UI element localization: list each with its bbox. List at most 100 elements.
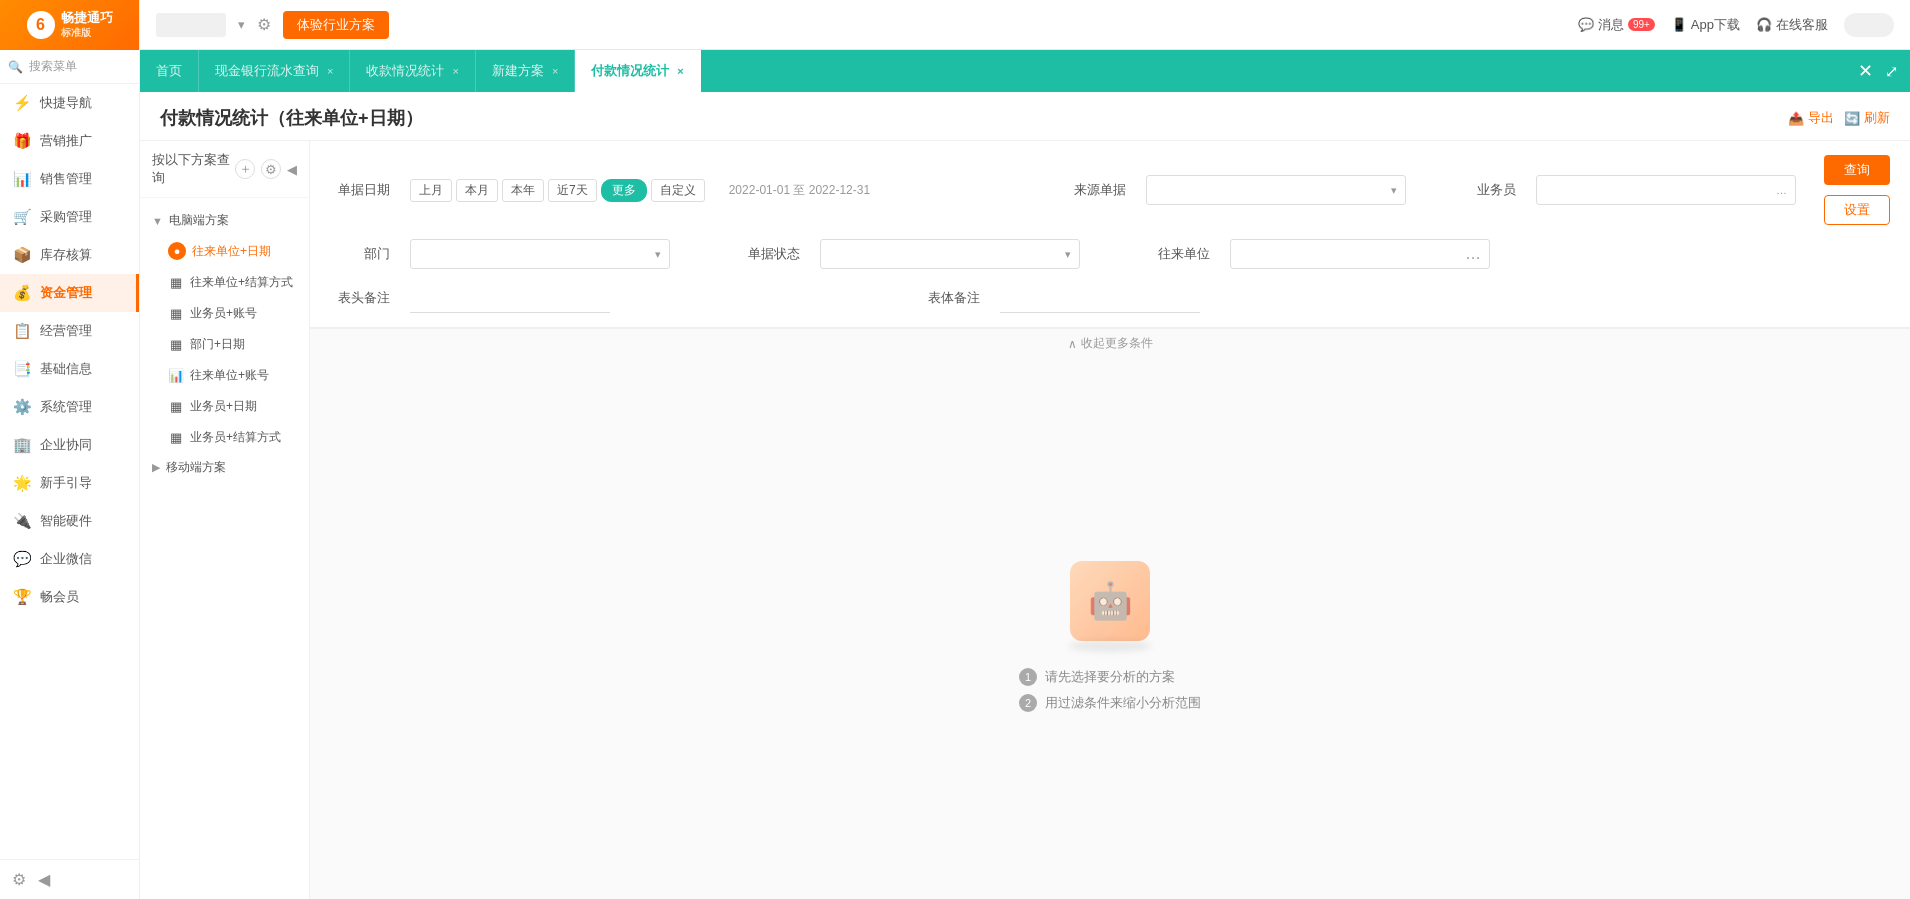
sidebar-item-enterprise-label: 企业协同 bbox=[40, 436, 92, 454]
scheme-item-partner-date-label: 往来单位+日期 bbox=[192, 243, 271, 260]
doc-status-chevron: ▾ bbox=[1065, 248, 1071, 261]
scheme-group-desktop-title[interactable]: ▼ 电脑端方案 bbox=[140, 206, 309, 235]
purchase-icon: 🛒 bbox=[12, 208, 32, 226]
scheme-group-mobile-title[interactable]: ▶ 移动端方案 bbox=[140, 453, 309, 482]
sidebar-item-basic[interactable]: 📑 基础信息 bbox=[0, 350, 139, 388]
collapse-icon: ∧ bbox=[1068, 337, 1077, 351]
scheme-table-icon3: ▦ bbox=[168, 337, 184, 352]
sidebar-item-marketing[interactable]: 🎁 营销推广 bbox=[0, 122, 139, 160]
active-scheme-dot: ● bbox=[168, 242, 186, 260]
sidebar-item-quick[interactable]: ⚡ 快捷导航 bbox=[0, 84, 139, 122]
date-btn-custom[interactable]: 自定义 bbox=[651, 179, 705, 202]
sidebar-item-wechat-label: 企业微信 bbox=[40, 550, 92, 568]
sidebar-item-sales[interactable]: 📊 销售管理 bbox=[0, 160, 139, 198]
scheme-item-salesman-account[interactable]: ▦ 业务员+账号 bbox=[140, 298, 309, 329]
scheme-setting-btn[interactable]: ⚙ bbox=[261, 159, 281, 179]
top-user-avatar[interactable] bbox=[1844, 13, 1894, 37]
settings-gear-icon[interactable]: ⚙ bbox=[257, 15, 271, 34]
collapse-label: 收起更多条件 bbox=[1081, 335, 1153, 352]
content-area: 付款情况统计（往来单位+日期） 📤 导出 🔄 刷新 按以下方案查询 bbox=[140, 92, 1910, 899]
sidebar-item-member[interactable]: 🏆 畅会员 bbox=[0, 578, 139, 616]
filter-area: 单据日期 上月 本月 本年 近7天 更多 自定义 2022-01-01 至 20… bbox=[310, 141, 1910, 899]
scheme-item-partner-settle[interactable]: ▦ 往来单位+结算方式 bbox=[140, 267, 309, 298]
dept-select[interactable]: ▾ bbox=[410, 239, 670, 269]
scheme-item-partner-account-label: 往来单位+账号 bbox=[190, 367, 269, 384]
date-btn-more[interactable]: 更多 bbox=[601, 179, 647, 202]
date-btn-this-year[interactable]: 本年 bbox=[502, 179, 544, 202]
close-all-tabs-icon[interactable]: ✕ bbox=[1858, 60, 1873, 82]
group-arrow-icon: ▼ bbox=[152, 215, 163, 227]
scheme-item-salesman-date[interactable]: ▦ 业务员+日期 bbox=[140, 391, 309, 422]
expand-tab-icon[interactable]: ⤢ bbox=[1885, 62, 1898, 81]
tab-new-scheme[interactable]: 新建方案 × bbox=[476, 50, 575, 92]
scheme-add-btn[interactable]: ＋ bbox=[235, 159, 255, 179]
salesman-select[interactable]: … bbox=[1536, 175, 1796, 205]
collapse-sidebar-btn[interactable]: ◀ bbox=[38, 870, 50, 889]
tab-new-scheme-close[interactable]: × bbox=[552, 65, 558, 77]
guide-icon: 🌟 bbox=[12, 474, 32, 492]
messages-btn[interactable]: 💬 消息 99+ bbox=[1578, 16, 1655, 34]
date-btn-last-7[interactable]: 近7天 bbox=[548, 179, 597, 202]
tab-receipt-close[interactable]: × bbox=[452, 65, 458, 77]
date-btn-this-month[interactable]: 本月 bbox=[456, 179, 498, 202]
partner-select[interactable]: … bbox=[1230, 239, 1490, 269]
user-avatar-placeholder bbox=[156, 13, 226, 37]
tab-bank-close[interactable]: × bbox=[327, 65, 333, 77]
dept-chevron: ▾ bbox=[655, 248, 661, 261]
sidebar-item-wechat[interactable]: 💬 企业微信 bbox=[0, 540, 139, 578]
sidebar-item-purchase-label: 采购管理 bbox=[40, 208, 92, 226]
setting-button[interactable]: 设置 bbox=[1824, 195, 1890, 225]
scheme-collapse-btn[interactable]: ◀ bbox=[287, 162, 297, 177]
sidebar-item-purchase[interactable]: 🛒 采购管理 bbox=[0, 198, 139, 236]
scheme-group-mobile-label: 移动端方案 bbox=[166, 459, 226, 476]
header-note-input[interactable] bbox=[410, 283, 610, 313]
doc-status-select[interactable]: ▾ bbox=[820, 239, 1080, 269]
scheme-item-partner-account[interactable]: 📊 往来单位+账号 bbox=[140, 360, 309, 391]
sidebar-item-system[interactable]: ⚙️ 系统管理 bbox=[0, 388, 139, 426]
source-doc-chevron: ▾ bbox=[1391, 184, 1397, 197]
brand-logo: 6 bbox=[27, 11, 55, 39]
sidebar-item-inventory[interactable]: 📦 库存核算 bbox=[0, 236, 139, 274]
app-icon: 📱 bbox=[1671, 17, 1687, 32]
messages-badge: 99+ bbox=[1628, 18, 1655, 31]
date-quick-buttons: 上月 本月 本年 近7天 更多 自定义 bbox=[410, 179, 705, 202]
settings-footer-btn[interactable]: ⚙ bbox=[12, 870, 26, 889]
search-menu-label: 搜索菜单 bbox=[29, 58, 77, 75]
sidebar-item-finance[interactable]: 💰 资金管理 bbox=[0, 274, 139, 312]
online-support-btn[interactable]: 🎧 在线客服 bbox=[1756, 16, 1828, 34]
tab-home[interactable]: 首页 bbox=[140, 50, 199, 92]
source-doc-label: 来源单据 bbox=[1066, 181, 1126, 199]
online-support-label: 在线客服 bbox=[1776, 16, 1828, 34]
scheme-item-dept-date[interactable]: ▦ 部门+日期 bbox=[140, 329, 309, 360]
tab-payment-close[interactable]: × bbox=[677, 65, 683, 77]
scheme-item-partner-date[interactable]: ● 往来单位+日期 bbox=[140, 235, 309, 267]
sidebar-item-operations[interactable]: 📋 经营管理 bbox=[0, 312, 139, 350]
scheme-item-salesman-settle[interactable]: ▦ 业务员+结算方式 bbox=[140, 422, 309, 453]
sidebar-item-guide[interactable]: 🌟 新手引导 bbox=[0, 464, 139, 502]
messages-icon: 💬 bbox=[1578, 17, 1594, 32]
body-note-input[interactable] bbox=[1000, 283, 1200, 313]
tab-payment[interactable]: 付款情况统计 × bbox=[575, 50, 700, 92]
query-button[interactable]: 查询 bbox=[1824, 155, 1890, 185]
filter-row-notes: 表头备注 表体备注 bbox=[330, 283, 1890, 313]
app-download-label: App下载 bbox=[1691, 16, 1740, 34]
tab-receipt[interactable]: 收款情况统计 × bbox=[350, 50, 475, 92]
refresh-button[interactable]: 🔄 刷新 bbox=[1844, 109, 1890, 127]
app-download-btn[interactable]: 📱 App下载 bbox=[1671, 16, 1740, 34]
search-menu[interactable]: 🔍 搜索菜单 bbox=[0, 50, 139, 84]
scheme-panel-header: 按以下方案查询 ＋ ⚙ ◀ bbox=[140, 141, 309, 198]
trial-scheme-button[interactable]: 体验行业方案 bbox=[283, 11, 389, 39]
basic-icon: 📑 bbox=[12, 360, 32, 378]
sidebar-item-hardware[interactable]: 🔌 智能硬件 bbox=[0, 502, 139, 540]
collapse-conditions-btn[interactable]: ∧ 收起更多条件 bbox=[310, 328, 1910, 358]
step2-badge: 2 bbox=[1019, 694, 1037, 712]
user-dropdown-icon[interactable]: ▾ bbox=[238, 17, 245, 32]
scheme-chart-icon: 📊 bbox=[168, 368, 184, 383]
source-doc-select[interactable]: ▾ bbox=[1146, 175, 1406, 205]
inventory-icon: 📦 bbox=[12, 246, 32, 264]
export-button[interactable]: 📤 导出 bbox=[1788, 109, 1834, 127]
tab-bank[interactable]: 现金银行流水查询 × bbox=[199, 50, 350, 92]
date-btn-last-month[interactable]: 上月 bbox=[410, 179, 452, 202]
sidebar-item-enterprise[interactable]: 🏢 企业协同 bbox=[0, 426, 139, 464]
filter-form: 单据日期 上月 本月 本年 近7天 更多 自定义 2022-01-01 至 20… bbox=[310, 141, 1910, 328]
